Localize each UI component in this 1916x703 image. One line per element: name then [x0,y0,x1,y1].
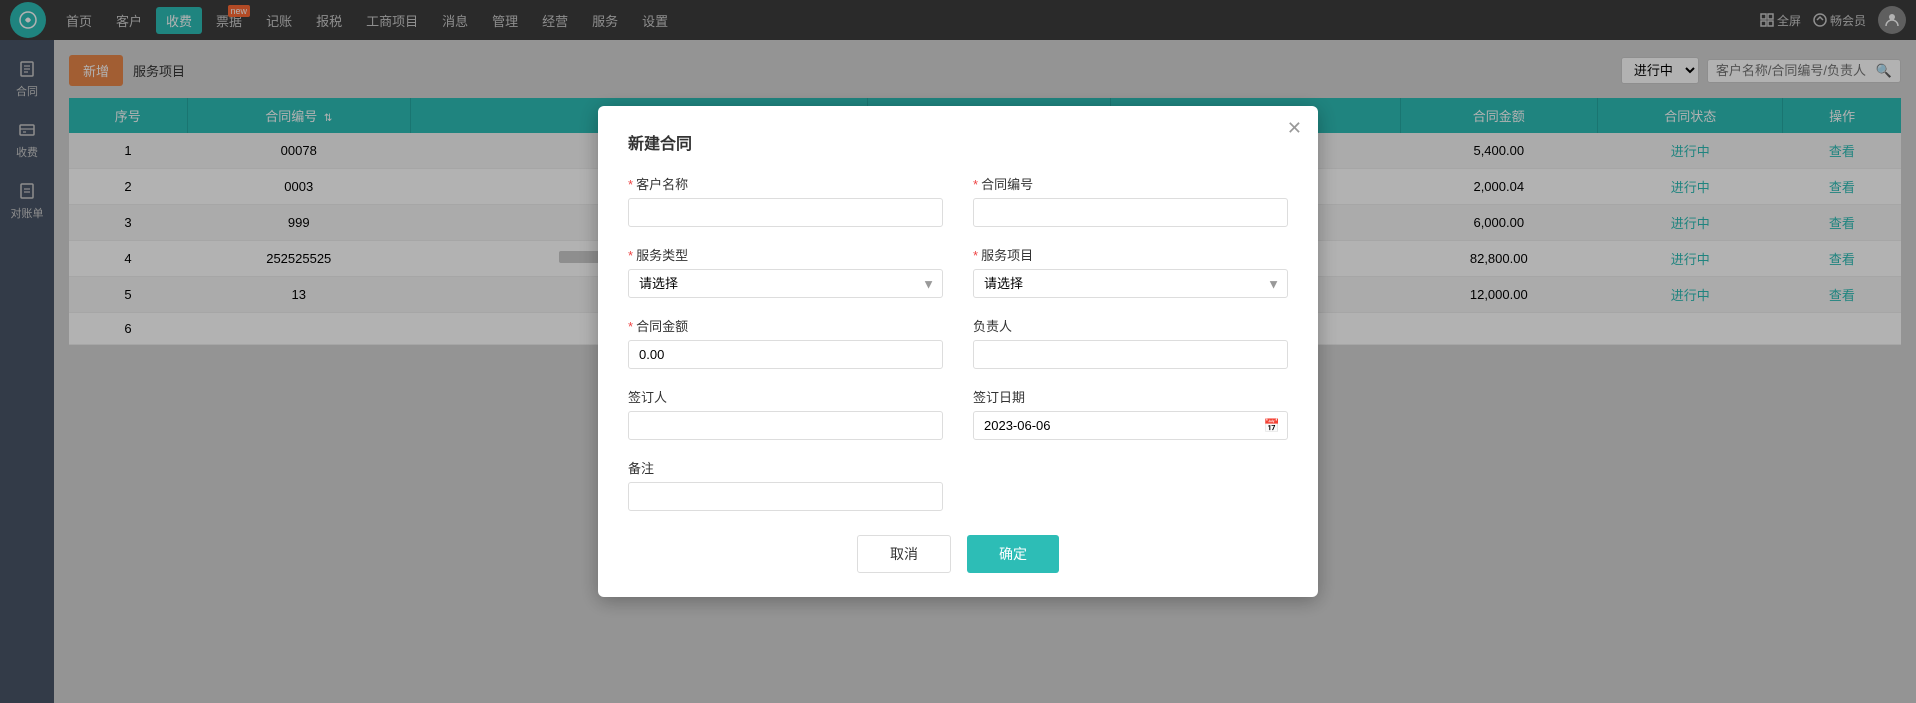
responsible-label: 负责人 [973,316,1288,335]
customer-name-label: *客户名称 [628,174,943,193]
remark-input[interactable] [628,482,943,511]
form-group-contract-no: *合同编号 [973,174,1288,227]
remark-label: 备注 [628,458,943,477]
sign-date-label: 签订日期 [973,387,1288,406]
customer-name-input[interactable] [628,198,943,227]
modal-title: 新建合同 [628,130,1288,154]
responsible-input[interactable] [973,340,1288,369]
signatory-label: 签订人 [628,387,943,406]
service-item-select[interactable]: 请选择 [973,269,1288,298]
form-row-2: *服务类型 请选择 ▼ *服务项目 请选择 ▼ [628,245,1288,298]
sign-date-wrapper: 📅 [973,411,1288,440]
modal-close-button[interactable]: ✕ [1287,118,1302,139]
form-group-sign-date: 签订日期 📅 [973,387,1288,440]
contract-no-label: *合同编号 [973,174,1288,193]
new-contract-modal: ✕ 新建合同 *客户名称 *合同编号 *服务类型 [598,106,1318,597]
form-row-1: *客户名称 *合同编号 [628,174,1288,227]
form-row-5: 备注 [628,458,1288,511]
service-type-label: *服务类型 [628,245,943,264]
form-group-responsible: 负责人 [973,316,1288,369]
form-group-remark: 备注 [628,458,943,511]
amount-label: *合同金额 [628,316,943,335]
service-item-select-wrapper: 请选择 ▼ [973,269,1288,298]
amount-input[interactable] [628,340,943,369]
form-group-service-type: *服务类型 请选择 ▼ [628,245,943,298]
form-group-amount: *合同金额 [628,316,943,369]
form-row-4: 签订人 签订日期 📅 [628,387,1288,440]
cancel-button[interactable]: 取消 [857,535,951,573]
confirm-button[interactable]: 确定 [967,535,1059,573]
form-group-spacer [973,458,1288,511]
service-type-select-wrapper: 请选择 ▼ [628,269,943,298]
service-type-select[interactable]: 请选择 [628,269,943,298]
signatory-input[interactable] [628,411,943,440]
contract-no-input[interactable] [973,198,1288,227]
modal-footer: 取消 确定 [628,535,1288,573]
sign-date-input[interactable] [973,411,1288,440]
form-group-signatory: 签订人 [628,387,943,440]
form-group-service-item: *服务项目 请选择 ▼ [973,245,1288,298]
form-group-customer: *客户名称 [628,174,943,227]
service-item-label: *服务项目 [973,245,1288,264]
modal-overlay: ✕ 新建合同 *客户名称 *合同编号 *服务类型 [0,0,1916,703]
form-row-3: *合同金额 负责人 [628,316,1288,369]
